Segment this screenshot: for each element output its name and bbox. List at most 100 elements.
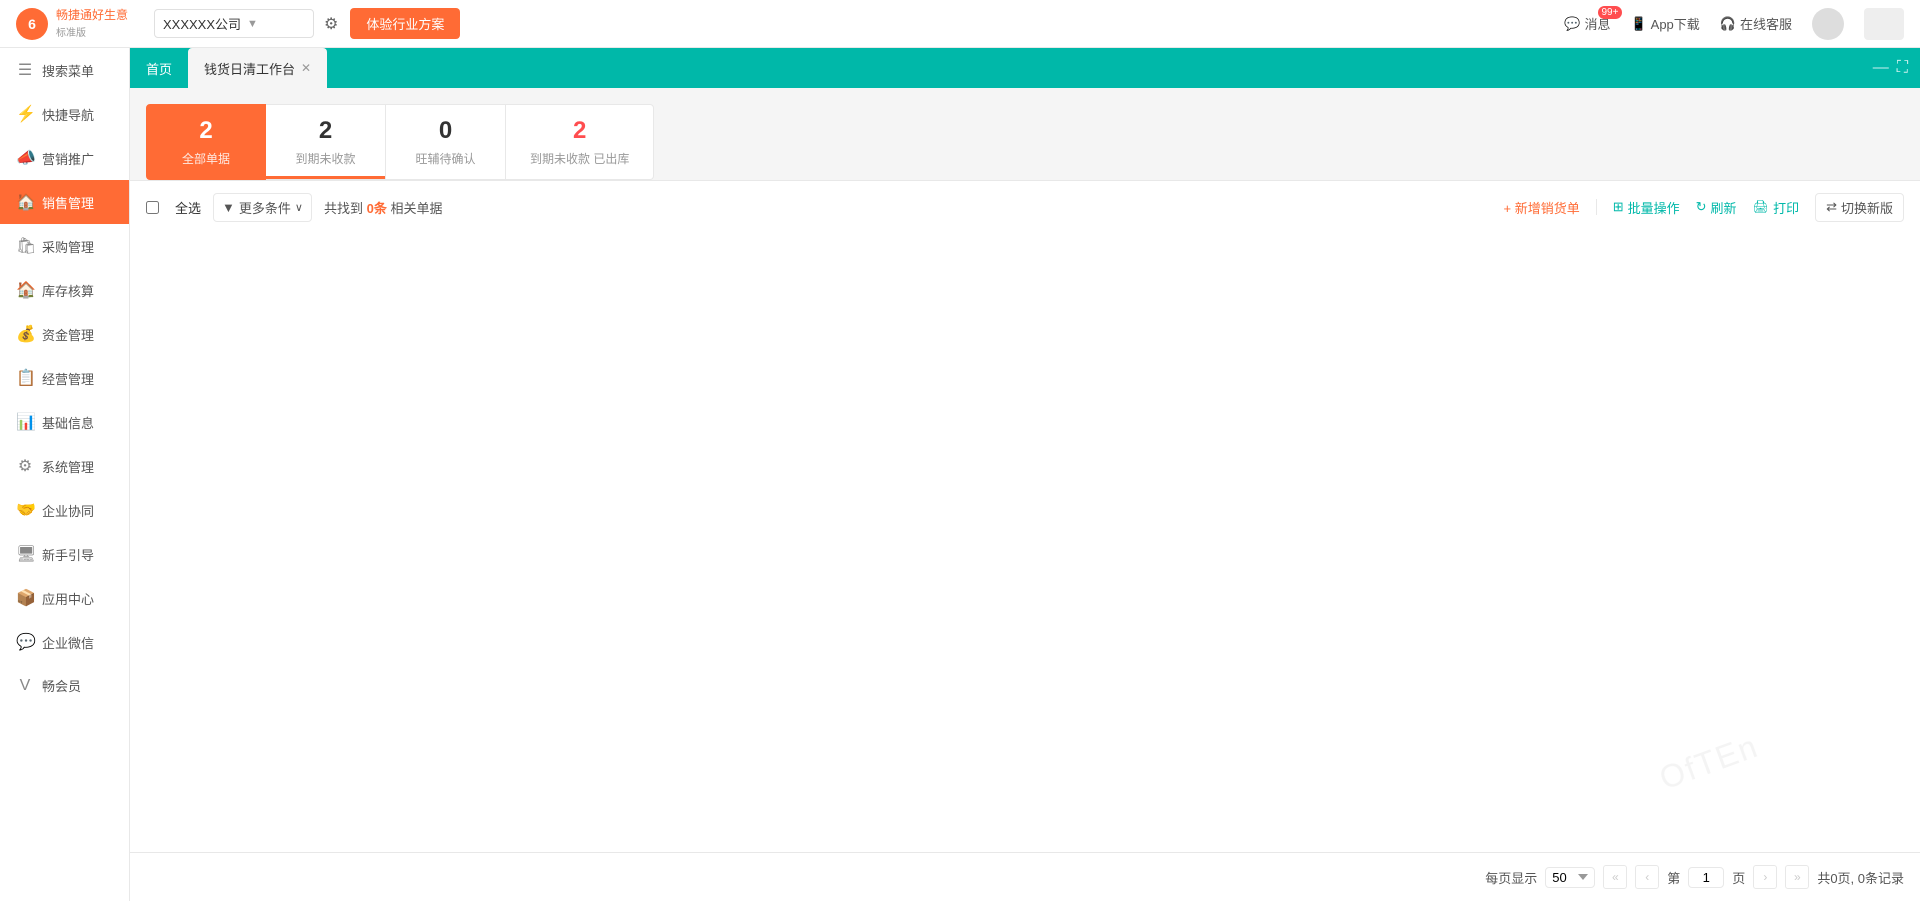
card-all-label: 全部单据 (171, 150, 241, 167)
search-menu-icon: ☰ (16, 60, 34, 80)
sidebar-item-system[interactable]: ⚙ 系统管理 (0, 444, 129, 488)
filter-button[interactable]: ▼ 更多条件 ∨ (213, 193, 312, 222)
nav-tabs: 首页 钱货日清工作台 ✕ — ⛶ (130, 48, 1920, 88)
chevron-down-icon: ▼ (247, 18, 258, 30)
member-icon: V (16, 677, 34, 695)
online-service-button[interactable]: 🎧 在线客服 (1720, 14, 1792, 33)
sidebar-item-sales[interactable]: 🏠 销售管理 (0, 180, 129, 224)
sidebar-item-purchase[interactable]: 🛍 采购管理 (0, 224, 129, 268)
sidebar-item-finance[interactable]: 💰 资金管理 (0, 312, 129, 356)
app-version: 标准版 (56, 24, 128, 39)
sidebar: ☰ 搜索菜单 ⚡ 快捷导航 📣 营销推广 🏠 销售管理 🛍 采购管理 🏠 库存核… (0, 48, 130, 901)
headset-icon: 🎧 (1720, 16, 1736, 32)
sidebar-item-quick-nav[interactable]: ⚡ 快捷导航 (0, 92, 129, 136)
select-all-label: 全选 (175, 198, 201, 217)
tab-actions: — ⛶ (1873, 59, 1920, 77)
toolbar: 全选 ▼ 更多条件 ∨ 共找到 0条 相关单据 + 新增销货单 ⊞ 批量操作 (130, 180, 1920, 234)
settings-icon[interactable]: ⚙ (324, 14, 338, 34)
finance-icon: 💰 (16, 324, 34, 344)
switch-version-button[interactable]: ⇄ 切换新版 (1815, 193, 1904, 222)
tab-home[interactable]: 首页 (130, 48, 188, 88)
print-button[interactable]: 🖨 打印 (1753, 198, 1800, 217)
card-not-shipped-num: 2 (530, 117, 629, 146)
sidebar-item-app-center[interactable]: 📦 应用中心 (0, 576, 129, 620)
prev-page-button[interactable]: ‹ (1635, 865, 1659, 889)
message-icon: 💬 (1564, 16, 1580, 32)
message-button[interactable]: 💬 消息 99+ (1564, 14, 1610, 33)
card-pending-num: 0 (410, 117, 481, 146)
card-not-shipped-label: 到期未收款 已出库 (530, 150, 629, 167)
divider-1 (1596, 199, 1597, 215)
operations-icon: 📋 (16, 368, 34, 388)
select-all-checkbox[interactable] (146, 201, 159, 214)
total-label: 共0页, 0条记录 (1817, 868, 1904, 887)
app-logo: 6 畅捷通好生意 标准版 (16, 8, 146, 40)
table-area (130, 234, 1920, 852)
company-name: XXXXXX公司 (163, 14, 241, 33)
sidebar-item-operations[interactable]: 📋 经营管理 (0, 356, 129, 400)
sales-icon: 🏠 (16, 192, 34, 212)
next-page-button[interactable]: › (1753, 865, 1777, 889)
wechat-icon: 💬 (16, 632, 34, 652)
app-name: 畅捷通好生意 (56, 8, 128, 24)
card-overdue-num: 2 (290, 117, 361, 146)
refresh-icon: ↻ (1696, 199, 1707, 215)
found-count: 0条 (367, 201, 387, 216)
inventory-icon: 🏠 (16, 280, 34, 300)
page-suffix: 页 (1732, 868, 1745, 887)
sidebar-item-search-menu[interactable]: ☰ 搜索菜单 (0, 48, 129, 92)
purchase-icon: 🛍 (16, 236, 34, 256)
tab-workbench[interactable]: 钱货日清工作台 ✕ (188, 48, 327, 88)
main-content: 2 全部单据 2 到期未收款 0 旺辅待确认 2 到期未收款 已出库 全选 ▼ … (130, 88, 1920, 901)
per-page-label: 每页显示 (1485, 868, 1537, 887)
toolbar-right: + 新增销货单 ⊞ 批量操作 ↻ 刷新 🖨 打印 ⇄ 切换新版 (1503, 193, 1904, 222)
batch-op-button[interactable]: ⊞ 批量操作 (1613, 198, 1680, 217)
maximize-icon[interactable]: ⛶ (1897, 59, 1908, 77)
basic-info-icon: 📊 (16, 412, 34, 432)
tab-close-icon[interactable]: ✕ (301, 61, 311, 75)
trial-button[interactable]: 体验行业方案 (350, 8, 460, 39)
system-icon: ⚙ (16, 456, 34, 476)
content-area: 全选 ▼ 更多条件 ∨ 共找到 0条 相关单据 + 新增销货单 ⊞ 批量操作 (130, 180, 1920, 901)
filter-icon: ▼ (222, 200, 235, 215)
cooperation-icon: 🤝 (16, 500, 34, 520)
page-input[interactable] (1688, 867, 1724, 888)
per-page-select[interactable]: 50 10 20 100 (1545, 867, 1595, 888)
new-order-button[interactable]: + 新增销货单 (1503, 198, 1579, 217)
minimize-icon[interactable]: — (1873, 59, 1889, 77)
card-overdue-label: 到期未收款 (290, 150, 361, 167)
card-all-num: 2 (171, 117, 241, 146)
refresh-button[interactable]: ↻ 刷新 (1696, 198, 1737, 217)
summary-cards: 2 全部单据 2 到期未收款 0 旺辅待确认 2 到期未收款 已出库 (130, 88, 1920, 180)
chevron-down-icon: ∨ (295, 201, 303, 214)
user-avatar[interactable] (1812, 8, 1844, 40)
card-pending[interactable]: 0 旺辅待确认 (386, 104, 506, 180)
app-center-icon: 📦 (16, 588, 34, 608)
card-overdue[interactable]: 2 到期未收款 (266, 104, 386, 180)
app-download-button[interactable]: 📱 App下载 (1630, 14, 1699, 33)
topbar-right: 💬 消息 99+ 📱 App下载 🎧 在线客服 (1564, 8, 1904, 40)
sidebar-item-guide[interactable]: 🖥 新手引导 (0, 532, 129, 576)
marketing-icon: 📣 (16, 148, 34, 168)
topbar: 6 畅捷通好生意 标准版 XXXXXX公司 ▼ ⚙ 体验行业方案 💬 消息 99… (0, 0, 1920, 48)
sidebar-item-basic-info[interactable]: 📊 基础信息 (0, 400, 129, 444)
page-label: 第 (1667, 868, 1680, 887)
sidebar-item-wechat[interactable]: 💬 企业微信 (0, 620, 129, 664)
last-page-button[interactable]: » (1785, 865, 1809, 889)
sidebar-item-marketing[interactable]: 📣 营销推广 (0, 136, 129, 180)
user-menu[interactable] (1864, 8, 1904, 40)
card-not-shipped[interactable]: 2 到期未收款 已出库 (506, 104, 654, 180)
phone-icon: 📱 (1630, 16, 1646, 32)
sidebar-item-member[interactable]: V 畅会员 (0, 664, 129, 707)
first-page-button[interactable]: « (1603, 865, 1627, 889)
card-all[interactable]: 2 全部单据 (146, 104, 266, 180)
message-badge: 99+ (1598, 6, 1623, 19)
pagination: 每页显示 50 10 20 100 « ‹ 第 页 › » 共0页, 0条记录 (130, 852, 1920, 901)
sidebar-item-cooperation[interactable]: 🤝 企业协同 (0, 488, 129, 532)
sidebar-item-inventory[interactable]: 🏠 库存核算 (0, 268, 129, 312)
batch-op-icon: ⊞ (1613, 199, 1624, 215)
company-selector[interactable]: XXXXXX公司 ▼ (154, 9, 314, 38)
logo-icon: 6 (16, 8, 48, 40)
found-text: 共找到 0条 相关单据 (324, 198, 443, 217)
quick-nav-icon: ⚡ (16, 104, 34, 124)
